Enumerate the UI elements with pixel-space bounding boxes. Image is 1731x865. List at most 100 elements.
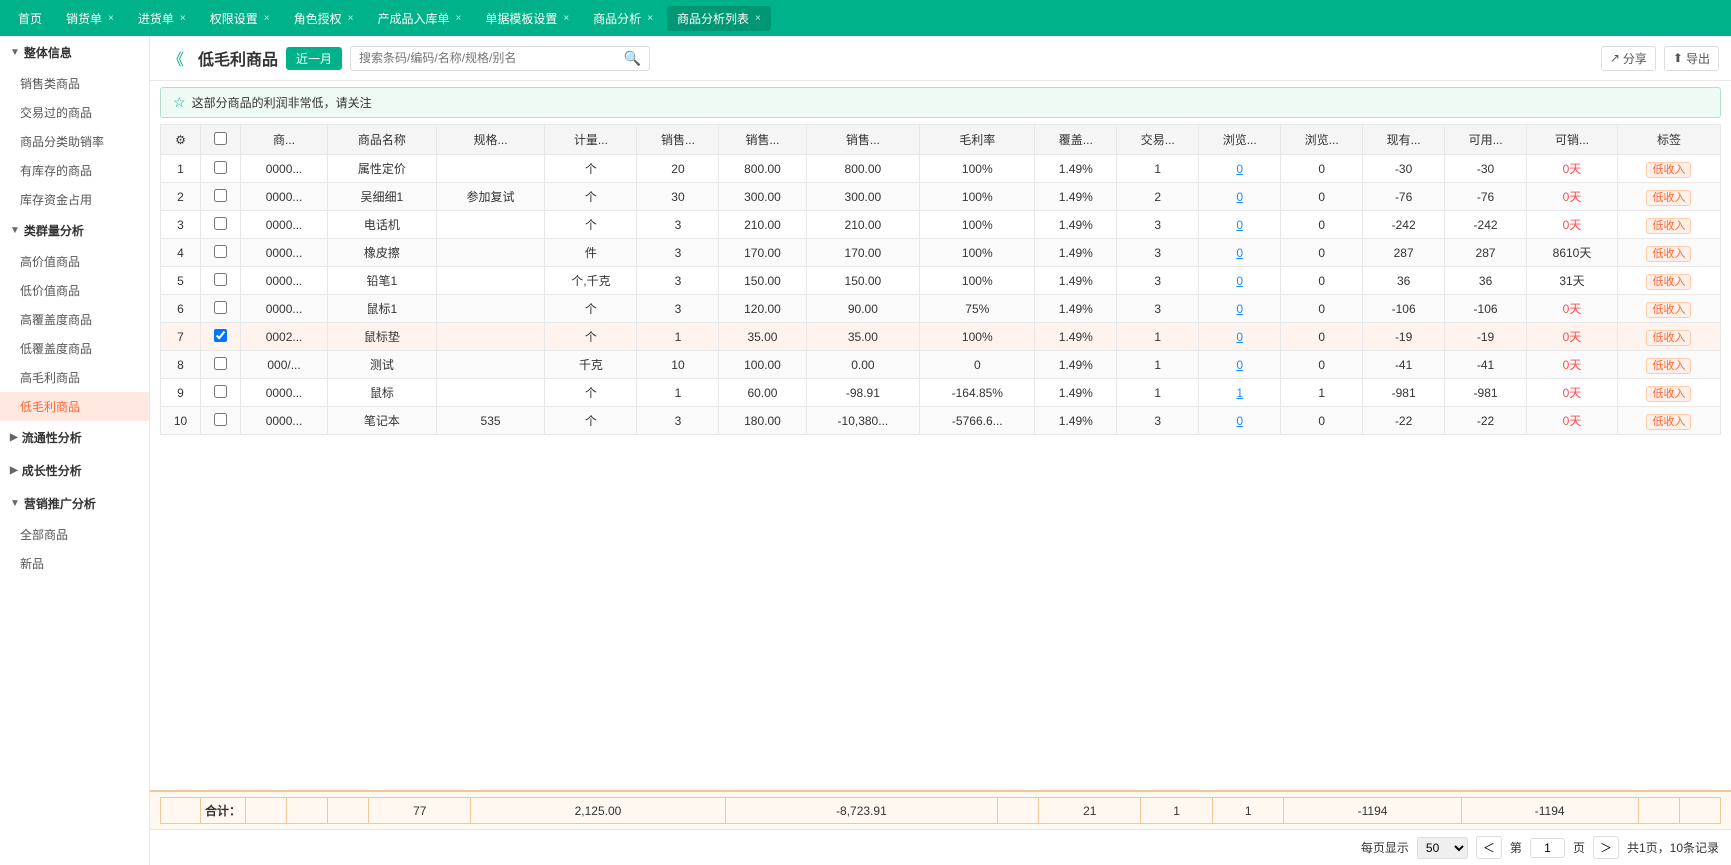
row-checkbox[interactable]	[201, 183, 241, 211]
close-icon[interactable]: ×	[647, 13, 653, 24]
col-coverage[interactable]: 覆盖...	[1035, 125, 1117, 155]
close-icon[interactable]: ×	[108, 13, 114, 24]
sidebar-item-stocked-goods[interactable]: 有库存的商品	[0, 156, 149, 185]
row-checkbox[interactable]	[201, 351, 241, 379]
row-select-checkbox[interactable]	[214, 301, 227, 314]
row-sale-qty: 1	[637, 323, 719, 351]
col-checkbox-all[interactable]	[201, 125, 241, 155]
sidebar-item-inventory-capital[interactable]: 库存资金占用	[0, 185, 149, 214]
row-checkbox[interactable]	[201, 239, 241, 267]
col-sale-price[interactable]: 销售...	[719, 125, 806, 155]
prev-page-button[interactable]: ＜	[1476, 836, 1502, 859]
row-index: 8	[161, 351, 201, 379]
row-view1: 0	[1199, 295, 1281, 323]
sidebar-item-sales-goods[interactable]: 销售类商品	[0, 69, 149, 98]
row-checkbox[interactable]	[201, 407, 241, 435]
row-checkbox[interactable]	[201, 211, 241, 239]
sidebar-item-high-profit[interactable]: 高毛利商品	[0, 363, 149, 392]
sidebar-item-low-value[interactable]: 低价值商品	[0, 276, 149, 305]
close-icon[interactable]: ×	[755, 13, 761, 24]
row-saleable: 0天	[1527, 379, 1618, 407]
row-checkbox[interactable]	[201, 267, 241, 295]
col-available[interactable]: 可用...	[1445, 125, 1527, 155]
nav-item-product-entry[interactable]: 产成品入库单 ×	[367, 6, 471, 31]
row-trade-count: 3	[1117, 239, 1199, 267]
row-select-checkbox[interactable]	[214, 329, 227, 342]
nav-item-template[interactable]: 单据模板设置 ×	[475, 6, 579, 31]
nav-item-goods-analysis[interactable]: 商品分析 ×	[583, 6, 663, 31]
sidebar-item-low-profit[interactable]: 低毛利商品	[0, 392, 149, 421]
row-checkbox[interactable]	[201, 295, 241, 323]
period-button[interactable]: 近一月	[286, 47, 342, 70]
row-sale-amount: 300.00	[806, 183, 920, 211]
row-select-checkbox[interactable]	[214, 161, 227, 174]
col-tag[interactable]: 标签	[1617, 125, 1720, 155]
col-name[interactable]: 商品名称	[328, 125, 437, 155]
row-sale-amount: 170.00	[806, 239, 920, 267]
sidebar-group-circulation[interactable]: ▶ 流通性分析	[0, 421, 149, 454]
export-button[interactable]: ⬆ 导出	[1664, 46, 1719, 71]
close-icon[interactable]: ×	[264, 13, 270, 24]
collapse-sidebar-button[interactable]: 《	[162, 44, 190, 72]
sidebar-item-high-value[interactable]: 高价值商品	[0, 247, 149, 276]
nav-item-home[interactable]: 首页	[8, 6, 52, 31]
row-select-checkbox[interactable]	[214, 413, 227, 426]
nav-item-sales[interactable]: 销货单 ×	[56, 6, 124, 31]
col-spec[interactable]: 规格...	[436, 125, 545, 155]
nav-item-goods-analysis-list[interactable]: 商品分析列表 ×	[667, 6, 771, 31]
sidebar-item-new-goods[interactable]: 新品	[0, 549, 149, 578]
row-select-checkbox[interactable]	[214, 245, 227, 258]
col-sale-amount[interactable]: 销售...	[806, 125, 920, 155]
col-gross-margin[interactable]: 毛利率	[920, 125, 1035, 155]
col-unit[interactable]: 计量...	[545, 125, 637, 155]
row-select-checkbox[interactable]	[214, 385, 227, 398]
row-checkbox[interactable]	[201, 379, 241, 407]
search-icon[interactable]: 🔍	[624, 50, 641, 67]
close-icon[interactable]: ×	[455, 13, 461, 24]
close-icon[interactable]: ×	[180, 13, 186, 24]
col-settings[interactable]: ⚙	[161, 125, 201, 155]
col-code[interactable]: 商...	[241, 125, 328, 155]
col-saleable[interactable]: 可销...	[1527, 125, 1618, 155]
row-select-checkbox[interactable]	[214, 357, 227, 370]
next-page-button[interactable]: ＞	[1593, 836, 1619, 859]
sidebar-item-category-rate[interactable]: 商品分类助销率	[0, 127, 149, 156]
row-select-checkbox[interactable]	[214, 217, 227, 230]
sidebar-item-low-coverage[interactable]: 低覆盖度商品	[0, 334, 149, 363]
row-checkbox[interactable]	[201, 155, 241, 183]
row-select-checkbox[interactable]	[214, 189, 227, 202]
select-all-checkbox[interactable]	[214, 132, 227, 145]
sidebar-group-marketing[interactable]: ▼ 营销推广分析	[0, 487, 149, 520]
row-select-checkbox[interactable]	[214, 273, 227, 286]
totals-bar: 合计： 77 2,125.00 -8,723.91 21 1 1 -1194 -…	[150, 790, 1731, 829]
sidebar-item-high-coverage[interactable]: 高覆盖度商品	[0, 305, 149, 334]
row-spec	[436, 351, 545, 379]
row-index: 9	[161, 379, 201, 407]
nav-item-permissions[interactable]: 权限设置 ×	[200, 6, 280, 31]
col-trade-count[interactable]: 交易...	[1117, 125, 1199, 155]
col-current[interactable]: 现有...	[1363, 125, 1445, 155]
sidebar-item-traded-goods[interactable]: 交易过的商品	[0, 98, 149, 127]
row-name: 鼠标	[328, 379, 437, 407]
share-button[interactable]: ↗ 分享	[1601, 46, 1656, 71]
search-input[interactable]	[359, 51, 620, 65]
page-input[interactable]	[1530, 838, 1565, 858]
col-view2[interactable]: 浏览...	[1281, 125, 1363, 155]
nav-item-purchase[interactable]: 进货单 ×	[128, 6, 196, 31]
nav-item-roles[interactable]: 角色授权 ×	[284, 6, 364, 31]
row-unit: 个	[545, 379, 637, 407]
close-icon[interactable]: ×	[563, 13, 569, 24]
sidebar-group-overall[interactable]: ▼ 整体信息	[0, 36, 149, 69]
table-row: 3 0000... 电话机 个 3 210.00 210.00 100% 1.4…	[161, 211, 1721, 239]
row-checkbox[interactable]	[201, 323, 241, 351]
sidebar-group-growth[interactable]: ▶ 成长性分析	[0, 454, 149, 487]
page-size-select[interactable]: 50 100 200	[1417, 837, 1468, 859]
row-index: 10	[161, 407, 201, 435]
sidebar-item-all-goods[interactable]: 全部商品	[0, 520, 149, 549]
col-sale-qty[interactable]: 销售...	[637, 125, 719, 155]
row-available: 287	[1445, 239, 1527, 267]
sidebar-group-cluster[interactable]: ▼ 类群量分析	[0, 214, 149, 247]
row-current: -242	[1363, 211, 1445, 239]
col-view1[interactable]: 浏览...	[1199, 125, 1281, 155]
close-icon[interactable]: ×	[348, 13, 354, 24]
